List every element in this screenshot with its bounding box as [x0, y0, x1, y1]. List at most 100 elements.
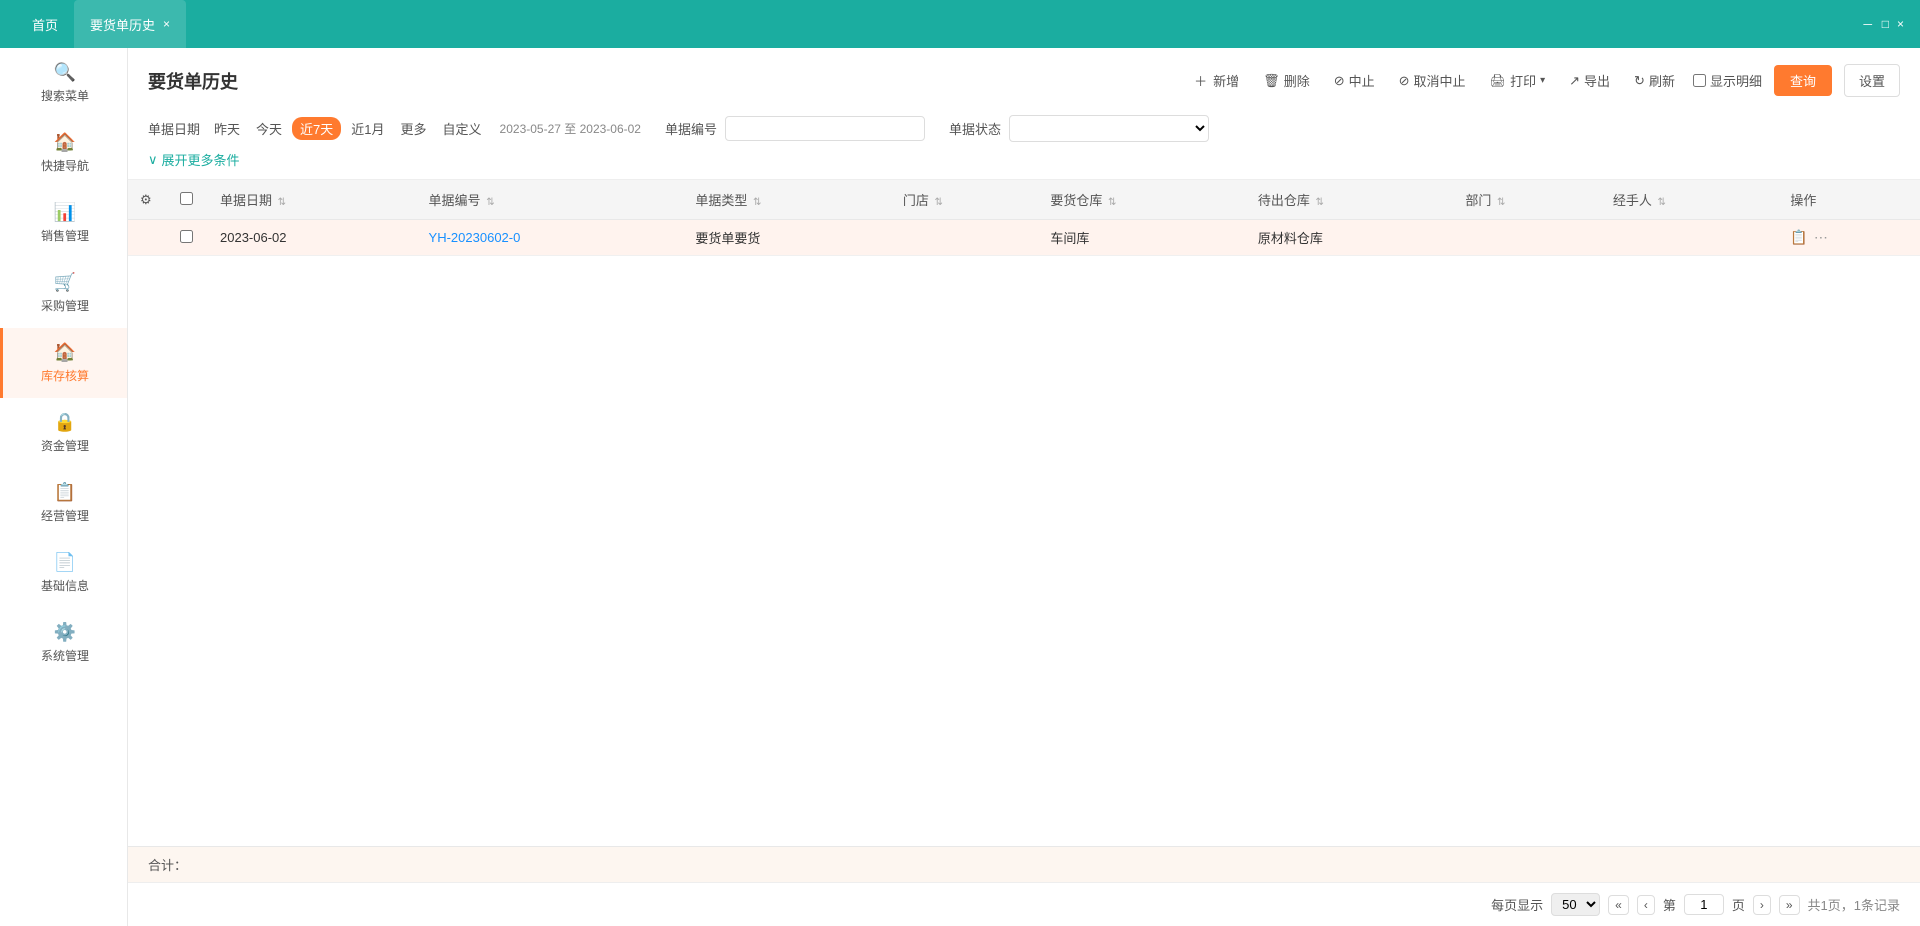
maximize-btn[interactable]: □ [1882, 17, 1889, 31]
summary-label: 合计： [148, 858, 187, 873]
sidebar-item-label: 经营管理 [41, 507, 89, 524]
display-detail-checkbox[interactable] [1693, 74, 1706, 87]
table-footer: 合计： [128, 846, 1920, 882]
sidebar-item-inventory[interactable]: 🏠 库存核算 [0, 328, 127, 398]
new-btn[interactable]: ＋ 新增 [1188, 67, 1245, 94]
sidebar-item-sales[interactable]: 📊 销售管理 [0, 188, 127, 258]
quicknav-icon: 🏠 [54, 132, 76, 153]
home-tab[interactable]: 首页 [16, 0, 74, 48]
date-btn-more[interactable]: 更多 [395, 117, 433, 140]
sort-handler-icon[interactable]: ⇅ [1658, 197, 1666, 208]
filter-row-1: 单据日期 昨天 今天 近7天 近1月 更多 自定义 2023-05-27 至 2… [148, 115, 1900, 142]
last-page-btn[interactable]: » [1779, 895, 1800, 915]
inventory-icon: 🏠 [54, 342, 76, 363]
th-settings: ⚙ [128, 180, 168, 220]
main-area: 🔍 搜索菜单 🏠 快捷导航 📊 销售管理 🛒 采购管理 🏠 库存核算 🔒 [0, 48, 1920, 926]
sidebar-item-label: 快捷导航 [41, 157, 89, 174]
main-table: ⚙ 单据日期 ⇅ 单据编号 [128, 180, 1920, 256]
filter-area: 单据日期 昨天 今天 近7天 近1月 更多 自定义 2023-05-27 至 2… [128, 105, 1920, 180]
more-btn[interactable]: ⋯ [1814, 229, 1828, 246]
sidebar-item-label: 销售管理 [41, 227, 89, 244]
refresh-icon: ↻ [1634, 73, 1645, 89]
sidebar-item-biz[interactable]: 📋 经营管理 [0, 468, 127, 538]
td-docnum: YH-20230602-0 [417, 220, 684, 256]
th-handler: 经手人 ⇅ [1601, 180, 1779, 220]
first-page-btn[interactable]: « [1608, 895, 1629, 915]
prev-page-btn[interactable]: ‹ [1637, 895, 1655, 915]
print-btn[interactable]: 🖨 打印 ▾ [1484, 67, 1552, 94]
sort-docnum-icon[interactable]: ⇅ [486, 197, 494, 208]
delete-btn[interactable]: 🗑 删除 [1257, 67, 1316, 94]
page-input[interactable] [1684, 894, 1724, 915]
export-btn[interactable]: ↗ 导出 [1563, 67, 1616, 94]
action-buttons: 📋 ⋯ [1790, 229, 1908, 246]
date-btn-1month[interactable]: 近1月 [345, 117, 390, 140]
docnum-input[interactable] [725, 116, 925, 141]
sort-req-warehouse-icon[interactable]: ⇅ [1108, 197, 1116, 208]
query-btn[interactable]: 查询 [1774, 65, 1832, 96]
settings-col-icon[interactable]: ⚙ [140, 192, 152, 207]
sidebar-item-purchase[interactable]: 🛒 采购管理 [0, 258, 127, 328]
cancel-stop-btn[interactable]: ⊘ 取消中止 [1393, 67, 1472, 94]
sidebar: 🔍 搜索菜单 🏠 快捷导航 📊 销售管理 🛒 采购管理 🏠 库存核算 🔒 [0, 48, 128, 926]
date-range-btns: 昨天 今天 近7天 近1月 更多 自定义 [208, 117, 488, 140]
td-date: 2023-06-02 [208, 220, 417, 256]
sort-dept-icon[interactable]: ⇅ [1497, 197, 1505, 208]
date-range-text: 2023-05-27 至 2023-06-02 [500, 120, 641, 137]
date-btn-yesterday[interactable]: 昨天 [208, 117, 246, 140]
close-tab-icon[interactable]: × [163, 17, 170, 31]
td-store [891, 220, 1039, 256]
total-info: 共1页，1条记录 [1808, 895, 1900, 914]
sort-pending-warehouse-icon[interactable]: ⇅ [1316, 197, 1324, 208]
td-rowsettings [128, 220, 168, 256]
delete-icon: 🗑 [1263, 73, 1280, 89]
close-window-btn[interactable]: × [1897, 17, 1904, 31]
sort-date-icon[interactable]: ⇅ [278, 197, 286, 208]
purchase-icon: 🛒 [54, 272, 76, 293]
minimize-btn[interactable]: － [1862, 16, 1874, 33]
expand-filter-btn[interactable]: ∨ 展开更多条件 [148, 150, 1900, 169]
settings-btn[interactable]: 设置 [1844, 64, 1900, 97]
status-filter: 单据状态 [949, 115, 1209, 142]
basic-icon: 📄 [54, 552, 76, 573]
toolbar: ＋ 新增 🗑 删除 ⊘ 中止 ⊘ 取消中止 [1188, 64, 1900, 97]
next-page-btn[interactable]: › [1753, 895, 1771, 915]
search-menu-icon: 🔍 [54, 62, 76, 83]
sidebar-item-quicknav[interactable]: 🏠 快捷导航 [0, 118, 127, 188]
per-page-select[interactable]: 50 [1551, 893, 1600, 916]
sidebar-item-system[interactable]: ⚙️ 系统管理 [0, 608, 127, 678]
td-rownum [168, 220, 208, 256]
status-filter-label: 单据状态 [949, 119, 1001, 138]
th-docnum: 单据编号 ⇅ [417, 180, 684, 220]
sidebar-item-fund[interactable]: 🔒 资金管理 [0, 398, 127, 468]
table-row: 2023-06-02 YH-20230602-0 要货单要货 车间库 原材料仓库 [128, 220, 1920, 256]
stop-icon: ⊘ [1334, 73, 1345, 89]
date-filter: 单据日期 昨天 今天 近7天 近1月 更多 自定义 2023-05-27 至 2… [148, 117, 641, 140]
date-btn-7days[interactable]: 近7天 [292, 117, 341, 140]
cancel-stop-icon: ⊘ [1399, 73, 1410, 89]
sort-store-icon[interactable]: ⇅ [935, 197, 943, 208]
chevron-down-icon: ∨ [148, 152, 158, 168]
select-all-checkbox[interactable] [180, 192, 193, 205]
sidebar-item-basic[interactable]: 📄 基础信息 [0, 538, 127, 608]
system-icon: ⚙️ [54, 622, 76, 643]
row-checkbox[interactable] [180, 230, 193, 243]
td-pending-warehouse: 原材料仓库 [1246, 220, 1453, 256]
sidebar-item-label: 搜索菜单 [41, 87, 89, 104]
date-btn-custom[interactable]: 自定义 [437, 117, 488, 140]
stop-btn[interactable]: ⊘ 中止 [1328, 67, 1381, 94]
th-req-warehouse: 要货仓库 ⇅ [1038, 180, 1245, 220]
sidebar-item-search[interactable]: 🔍 搜索菜单 [0, 48, 127, 118]
sidebar-item-label: 基础信息 [41, 577, 89, 594]
sort-doctype-icon[interactable]: ⇅ [753, 197, 761, 208]
date-btn-today[interactable]: 今天 [250, 117, 288, 140]
docnum-filter-label: 单据编号 [665, 119, 717, 138]
docnum-link[interactable]: YH-20230602-0 [429, 230, 521, 245]
refresh-btn[interactable]: ↻ 刷新 [1628, 67, 1681, 94]
history-tab[interactable]: 要货单历史 × [74, 0, 186, 48]
th-pending-warehouse: 待出仓库 ⇅ [1246, 180, 1453, 220]
th-action: 操作 [1778, 180, 1920, 220]
edit-btn[interactable]: 📋 [1790, 229, 1807, 246]
page-content: 要货单历史 ＋ 新增 🗑 删除 ⊘ 中止 [128, 48, 1920, 926]
status-select[interactable] [1009, 115, 1209, 142]
